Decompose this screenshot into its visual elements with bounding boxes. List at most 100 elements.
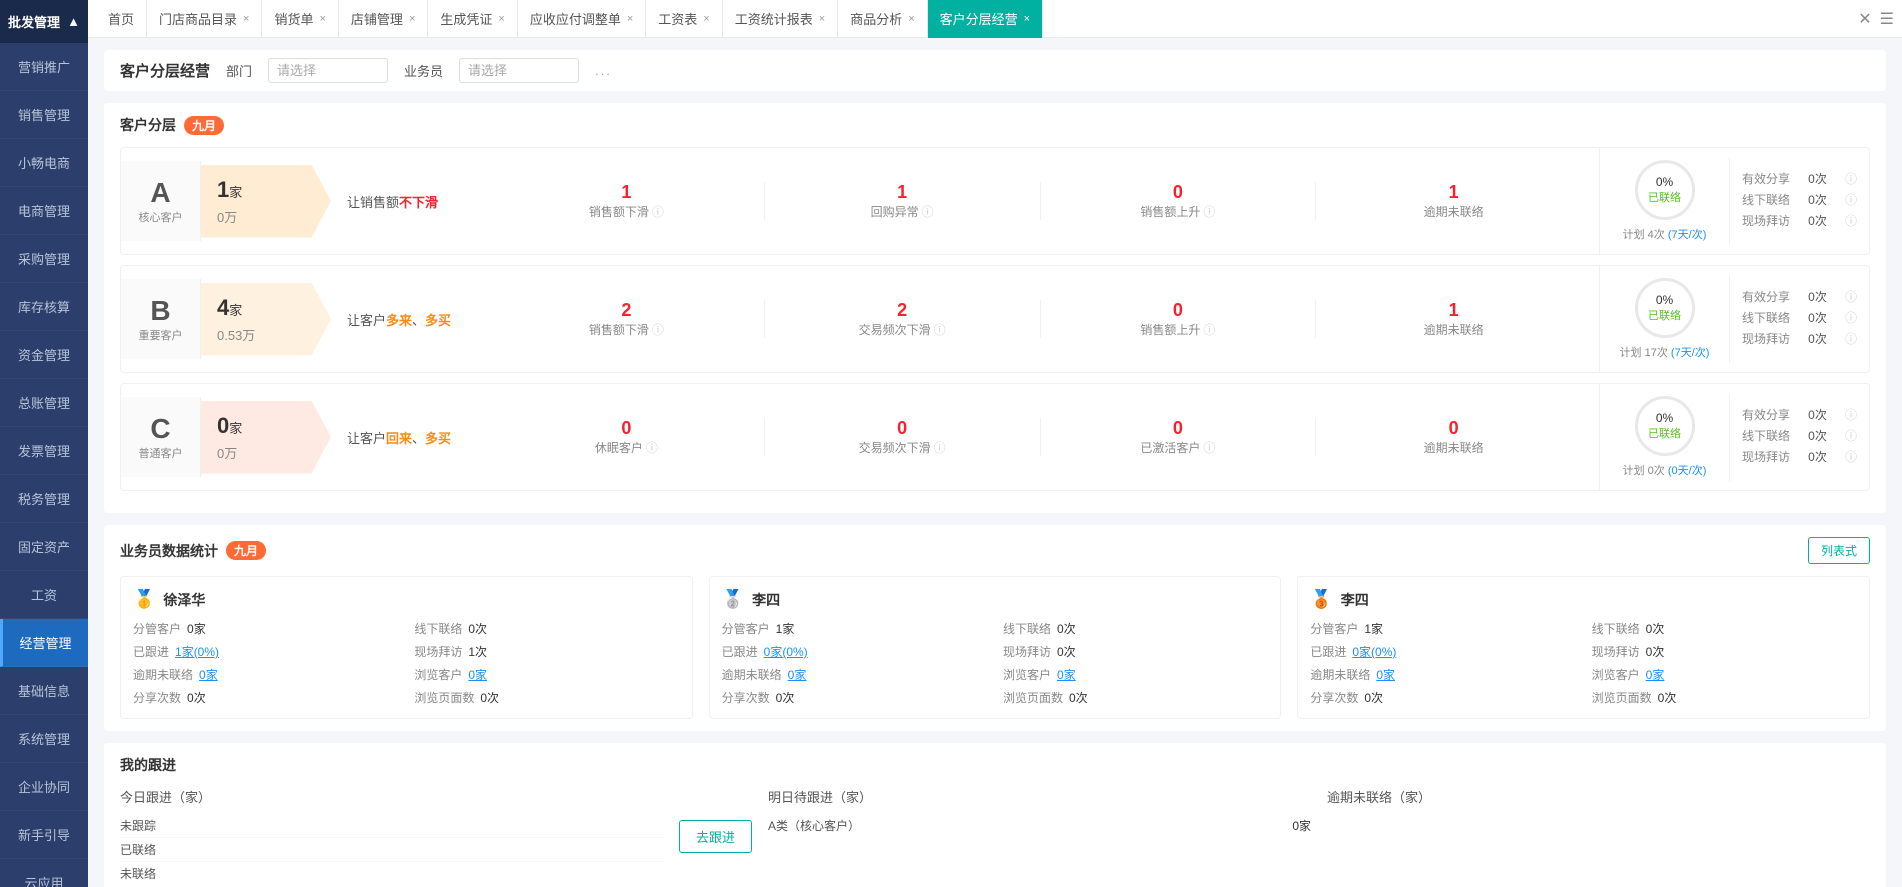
info-icon[interactable]: ⓘ bbox=[1845, 191, 1857, 208]
info-icon[interactable]: ⓘ bbox=[646, 439, 658, 456]
tab-close-icon[interactable]: × bbox=[243, 13, 249, 25]
biz-row: 现场拜访 0次 bbox=[1003, 643, 1268, 660]
follow-title: 我的跟进 bbox=[120, 755, 1870, 775]
sidebar-item-企业协同[interactable]: 企业协同 bbox=[0, 763, 88, 811]
biz-section: 业务员数据统计 九月 列表式 🥇 徐泽华 分管客户 0家 线下联络 0次 已跟进… bbox=[104, 525, 1886, 731]
info-icon[interactable]: ⓘ bbox=[1845, 448, 1857, 465]
follow-row-2: 已联络 bbox=[120, 838, 663, 862]
tab-首页[interactable]: 首页 bbox=[96, 0, 147, 38]
sidebar-item-电商管理[interactable]: 电商管理 bbox=[0, 187, 88, 235]
info-icon[interactable]: ⓘ bbox=[652, 203, 664, 220]
sidebar-item-基础信息[interactable]: 基础信息 bbox=[0, 667, 88, 715]
stat1-C: 0 休眠客户ⓘ bbox=[489, 418, 765, 456]
tab-工资统计报表[interactable]: 工资统计报表× bbox=[723, 0, 838, 38]
stat2-C: 0 交易频次下滑ⓘ bbox=[765, 418, 1041, 456]
sidebar-item-系统管理[interactable]: 系统管理 bbox=[0, 715, 88, 763]
sidebar: 批发管理 ▲ 营销推广销售管理小畅电商电商管理采购管理库存核算资金管理总账管理发… bbox=[0, 0, 88, 887]
list-view-btn[interactable]: 列表式 bbox=[1808, 537, 1870, 564]
more-filter[interactable]: ... bbox=[595, 63, 612, 78]
info-icon[interactable]: ⓘ bbox=[1845, 406, 1857, 423]
tab-close-icon[interactable]: × bbox=[908, 13, 914, 25]
biz-row: 分管客户 0家 bbox=[133, 620, 398, 637]
biz-row: 逾期未联络 0家 bbox=[1310, 666, 1575, 683]
info-icon[interactable]: ⓘ bbox=[922, 203, 934, 220]
info-icon[interactable]: ⓘ bbox=[1845, 288, 1857, 305]
info-icon[interactable]: ⓘ bbox=[1845, 309, 1857, 326]
sidebar-item-工资[interactable]: 工资 bbox=[0, 571, 88, 619]
biz-card-1: 🥈 李四 分管客户 1家 线下联络 0次 已跟进 0家(0%) 现场拜访 0次 … bbox=[709, 576, 1282, 719]
tab-客户分层经营[interactable]: 客户分层经营× bbox=[928, 0, 1043, 38]
sidebar-item-资金管理[interactable]: 资金管理 bbox=[0, 331, 88, 379]
sidebar-item-固定资产[interactable]: 固定资产 bbox=[0, 523, 88, 571]
sidebar-item-采购管理[interactable]: 采购管理 bbox=[0, 235, 88, 283]
info-icon[interactable]: ⓘ bbox=[1845, 170, 1857, 187]
sidebar-item-营销推广[interactable]: 营销推广 bbox=[0, 43, 88, 91]
biz-row: 分享次数 0次 bbox=[1310, 689, 1575, 706]
page-title-bar: 客户分层经营 部门 请选择 业务员 请选择 ... bbox=[104, 50, 1886, 91]
info-icon[interactable]: ⓘ bbox=[652, 321, 664, 338]
sidebar-item-小畅电商[interactable]: 小畅电商 bbox=[0, 139, 88, 187]
tab-close-all-icon[interactable]: ✕ bbox=[1858, 9, 1871, 29]
stat4-B: 1 逾期未联络 bbox=[1316, 300, 1591, 338]
biz-row: 线下联络 0次 bbox=[1003, 620, 1268, 637]
tab-店铺管理[interactable]: 店铺管理× bbox=[339, 0, 428, 38]
medal-icon: 🥇 bbox=[133, 589, 155, 610]
tab-close-icon[interactable]: × bbox=[819, 13, 825, 25]
tab-bar: 首页门店商品目录×销货单×店铺管理×生成凭证×应收应付调整单×工资表×工资统计报… bbox=[88, 0, 1902, 38]
tab-商品分析[interactable]: 商品分析× bbox=[838, 0, 927, 38]
dept-select[interactable]: 请选择 bbox=[268, 58, 388, 83]
info-icon[interactable]: ⓘ bbox=[1845, 212, 1857, 229]
tier-stats-C: 0 休眠客户ⓘ 0 交易频次下滑ⓘ 0 已激活客户ⓘ 0 逾期未联络 bbox=[481, 406, 1599, 468]
tier-label-A: A 核心客户 bbox=[121, 161, 201, 241]
tab-close-icon[interactable]: × bbox=[498, 13, 504, 25]
stat3-B: 0 销售额上升ⓘ bbox=[1041, 300, 1317, 338]
biz-staff-name: 李四 bbox=[1341, 590, 1369, 610]
info-icon[interactable]: ⓘ bbox=[1845, 330, 1857, 347]
biz-grid-2: 分管客户 1家 线下联络 0次 已跟进 0家(0%) 现场拜访 0次 逾期未联络… bbox=[1310, 620, 1857, 706]
sidebar-item-总账管理[interactable]: 总账管理 bbox=[0, 379, 88, 427]
follow-row-1: 未跟踪 bbox=[120, 814, 663, 838]
tab-close-icon[interactable]: × bbox=[319, 13, 325, 25]
tab-应收应付调整单[interactable]: 应收应付调整单× bbox=[518, 0, 646, 38]
tab-close-icon[interactable]: × bbox=[409, 13, 415, 25]
dept-label: 部门 bbox=[226, 61, 252, 80]
sidebar-header[interactable]: 批发管理 ▲ bbox=[0, 0, 88, 43]
info-icon[interactable]: ⓘ bbox=[1203, 321, 1215, 338]
sidebar-item-销售管理[interactable]: 销售管理 bbox=[0, 91, 88, 139]
tier-label-B: B 重要客户 bbox=[121, 279, 201, 359]
tab-工资表[interactable]: 工资表× bbox=[646, 0, 722, 38]
info-icon[interactable]: ⓘ bbox=[1845, 427, 1857, 444]
staff-select[interactable]: 请选择 bbox=[459, 58, 579, 83]
tomorrow-follow-title: 明日待跟进（家） bbox=[768, 787, 1311, 806]
goto-follow-btn[interactable]: 去跟进 bbox=[679, 820, 752, 853]
sidebar-item-新手引导[interactable]: 新手引导 bbox=[0, 811, 88, 859]
info-icon[interactable]: ⓘ bbox=[1203, 203, 1215, 220]
sidebar-item-库存核算[interactable]: 库存核算 bbox=[0, 283, 88, 331]
tab-close-icon[interactable]: × bbox=[703, 13, 709, 25]
tab-close-icon[interactable]: × bbox=[627, 13, 633, 25]
today-follow-title: 今日跟进（家） bbox=[120, 787, 663, 806]
biz-row: 浏览页面数 0次 bbox=[1003, 689, 1268, 706]
biz-row: 浏览页面数 0次 bbox=[1592, 689, 1857, 706]
tab-门店商品目录[interactable]: 门店商品目录× bbox=[147, 0, 262, 38]
sidebar-item-云应用[interactable]: 云应用 bbox=[0, 859, 88, 887]
tab-more-icon[interactable]: ☰ bbox=[1880, 9, 1894, 29]
sidebar-item-发票管理[interactable]: 发票管理 bbox=[0, 427, 88, 475]
tab-生成凭证[interactable]: 生成凭证× bbox=[428, 0, 517, 38]
tier-contact-B: 0% 已联络 计划 17次 (7天/次) bbox=[1599, 266, 1729, 372]
sidebar-item-税务管理[interactable]: 税务管理 bbox=[0, 475, 88, 523]
tab-end-controls[interactable]: ✕☰ bbox=[1858, 9, 1894, 29]
tab-close-icon[interactable]: × bbox=[1024, 13, 1030, 25]
sidebar-item-经营管理[interactable]: 经营管理 bbox=[0, 619, 88, 667]
stat4-A: 1 逾期未联络 bbox=[1316, 182, 1591, 220]
tier-action-B: 让客户多来、多买 bbox=[331, 298, 481, 341]
tier-contact-A: 0% 已联络 计划 4次 (7天/次) bbox=[1599, 148, 1729, 254]
tab-销货单[interactable]: 销货单× bbox=[262, 0, 338, 38]
info-icon[interactable]: ⓘ bbox=[1203, 439, 1215, 456]
biz-title: 业务员数据统计 九月 bbox=[120, 541, 266, 561]
info-icon[interactable]: ⓘ bbox=[934, 439, 946, 456]
biz-card-header-1: 🥈 李四 bbox=[722, 589, 1269, 610]
info-icon[interactable]: ⓘ bbox=[934, 321, 946, 338]
staff-label: 业务员 bbox=[404, 61, 443, 80]
sidebar-toggle-icon[interactable]: ▲ bbox=[67, 14, 80, 29]
